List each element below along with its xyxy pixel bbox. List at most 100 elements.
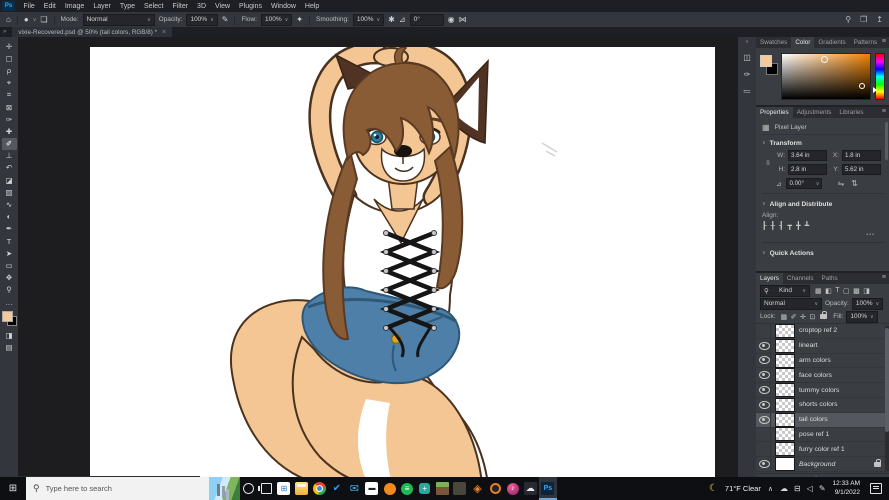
dodge-tool[interactable]: ◐ <box>2 211 17 223</box>
toggle-brush-panel-icon[interactable]: ❏ <box>40 15 47 24</box>
airbrush-icon[interactable]: ✦ <box>296 15 303 24</box>
quick-actions-section-header[interactable]: ∨ Quick Actions <box>762 247 883 259</box>
collapsed-history-panel-icon[interactable]: ◫ <box>743 53 751 62</box>
pixel-filter-icon[interactable]: ▦ <box>815 287 822 295</box>
lock-all-icon[interactable] <box>820 311 828 319</box>
pressure-size-icon[interactable]: ◉ <box>448 15 455 24</box>
layer-row[interactable]: lineart <box>756 338 889 354</box>
tray-display-icon[interactable]: ⊟ <box>794 484 801 493</box>
align-right-edges-icon[interactable]: ┨ <box>779 221 784 230</box>
layer-thumbnail[interactable] <box>775 397 795 412</box>
itunes-app[interactable] <box>504 477 522 500</box>
show-hidden-icons-chevron[interactable]: ∧ <box>768 485 773 493</box>
document-canvas[interactable] <box>90 47 715 484</box>
weather-widget[interactable]: 71°F Clear <box>725 484 761 493</box>
history-brush-tool[interactable]: ↶ <box>2 162 17 174</box>
type-filter-icon[interactable]: T <box>835 287 839 295</box>
action-center-icon[interactable] <box>870 483 882 494</box>
menu-item[interactable]: Layer <box>89 3 116 10</box>
smart-object-filter-icon[interactable]: ▩ <box>853 287 860 295</box>
collapse-tabs-icon[interactable]: » <box>3 29 6 35</box>
screen-mode-button[interactable]: ▤ <box>2 341 17 353</box>
pen-tool[interactable]: ✒ <box>2 223 17 235</box>
menu-item[interactable]: Type <box>115 3 139 10</box>
layer-opacity-select[interactable]: 100% ∨ <box>851 297 884 310</box>
path-selection-tool[interactable]: ➤ <box>2 247 17 259</box>
layer-visibility-toggle[interactable] <box>758 368 771 383</box>
pressure-opacity-icon[interactable]: ✎ <box>222 15 229 24</box>
hand-tool[interactable]: ✥ <box>2 272 17 284</box>
chrome-app[interactable] <box>310 477 328 500</box>
more-tools-button[interactable]: … <box>2 296 17 308</box>
tab-properties[interactable]: Properties <box>756 107 793 118</box>
menu-item[interactable]: Window <box>267 3 301 10</box>
link-dimensions-icon[interactable]: ∞ <box>762 159 772 166</box>
layer-thumbnail[interactable] <box>775 412 795 427</box>
frame-tool[interactable]: ⊠ <box>2 101 17 113</box>
layer-thumbnail[interactable] <box>775 442 795 457</box>
align-vertical-centers-icon[interactable]: ╋ <box>796 221 801 230</box>
expand-panels-icon[interactable]: « <box>745 39 748 45</box>
shape-tool[interactable]: ▭ <box>2 259 17 271</box>
layer-thumbnail[interactable] <box>775 353 795 368</box>
transform-section-header[interactable]: ∨ Transform <box>762 137 883 149</box>
explorer-app[interactable] <box>293 477 311 500</box>
layer-visibility-toggle[interactable] <box>758 427 771 442</box>
layer-thumbnail[interactable] <box>775 457 795 472</box>
object-selection-tool[interactable]: ⌖ <box>2 77 17 89</box>
tab-color[interactable]: Color <box>791 37 815 48</box>
quick-mask-button[interactable]: ◨ <box>2 329 17 341</box>
layer-thumbnail[interactable] <box>775 368 795 383</box>
layer-row[interactable]: Background <box>756 457 889 472</box>
search-highlights-image[interactable] <box>209 477 240 500</box>
layer-row[interactable]: pose ref 1 <box>756 427 889 443</box>
nitro-app[interactable] <box>381 477 399 500</box>
check-app[interactable] <box>328 477 346 500</box>
cloud-app[interactable] <box>522 477 540 500</box>
flickr-app[interactable] <box>363 477 381 500</box>
y-field[interactable]: 5.62 in <box>842 164 881 175</box>
menu-item[interactable]: Filter <box>168 3 193 10</box>
spotify-app[interactable] <box>398 477 416 500</box>
layer-visibility-toggle[interactable] <box>758 457 771 471</box>
lock-position-icon[interactable]: ✛ <box>800 313 806 321</box>
foreground-color-chip[interactable] <box>760 55 772 67</box>
symmetry-icon[interactable]: ⋈ <box>459 15 467 24</box>
share-icon[interactable]: ↥ <box>876 15 883 24</box>
menu-item[interactable]: File <box>19 3 39 10</box>
adjustment-filter-icon[interactable]: ◧ <box>825 287 832 295</box>
brush-angle-field[interactable]: 0° <box>409 13 444 26</box>
menu-item[interactable]: View <box>211 3 235 10</box>
menu-item[interactable]: Edit <box>39 3 60 10</box>
align-bottom-edges-icon[interactable]: ┻ <box>805 221 810 230</box>
moon-icon[interactable]: ☾ <box>709 483 718 494</box>
opacity-select[interactable]: 100% ∨ <box>186 13 218 26</box>
layer-visibility-toggle[interactable] <box>758 338 771 353</box>
align-more-options-button[interactable]: ••• <box>762 232 875 238</box>
smoothing-options-gear-icon[interactable]: ✱ <box>388 15 395 24</box>
eyedropper-tool[interactable]: ✑ <box>2 113 17 125</box>
tab-patterns[interactable]: Patterns <box>850 37 881 48</box>
start-button[interactable]: ⊞ <box>0 477 26 500</box>
store-app[interactable] <box>275 477 293 500</box>
align-left-edges-icon[interactable]: ┠ <box>762 221 767 230</box>
layer-visibility-toggle[interactable] <box>758 412 771 427</box>
orange-ring-app[interactable] <box>486 477 504 500</box>
blend-mode-select[interactable]: Normal ∨ <box>82 13 155 26</box>
lock-pixels-icon[interactable]: ✐ <box>791 313 797 321</box>
layer-fill-select[interactable]: 100% ∨ <box>846 310 878 323</box>
tray-volume-icon[interactable]: ◁ <box>807 484 813 493</box>
gradient-tool[interactable]: ▨ <box>2 186 17 198</box>
chat-app[interactable] <box>416 477 434 500</box>
tray-pen-icon[interactable]: ✎ <box>819 484 826 493</box>
tray-cloud-icon[interactable]: ☁ <box>780 484 788 493</box>
menu-item[interactable]: Help <box>300 3 323 10</box>
home-icon[interactable]: ⌂ <box>6 15 11 24</box>
align-top-edges-icon[interactable]: ┳ <box>788 221 793 230</box>
tab-swatches[interactable]: Swatches <box>756 37 791 48</box>
panel-menu-icon[interactable]: ≡ <box>882 38 886 45</box>
layer-row[interactable]: shorts colors <box>756 397 889 413</box>
layer-filter-select[interactable]: ⚲ Kind ∨ <box>760 284 810 297</box>
layer-row[interactable]: tummy colors <box>756 383 889 398</box>
move-tool[interactable]: ✛ <box>2 40 17 52</box>
